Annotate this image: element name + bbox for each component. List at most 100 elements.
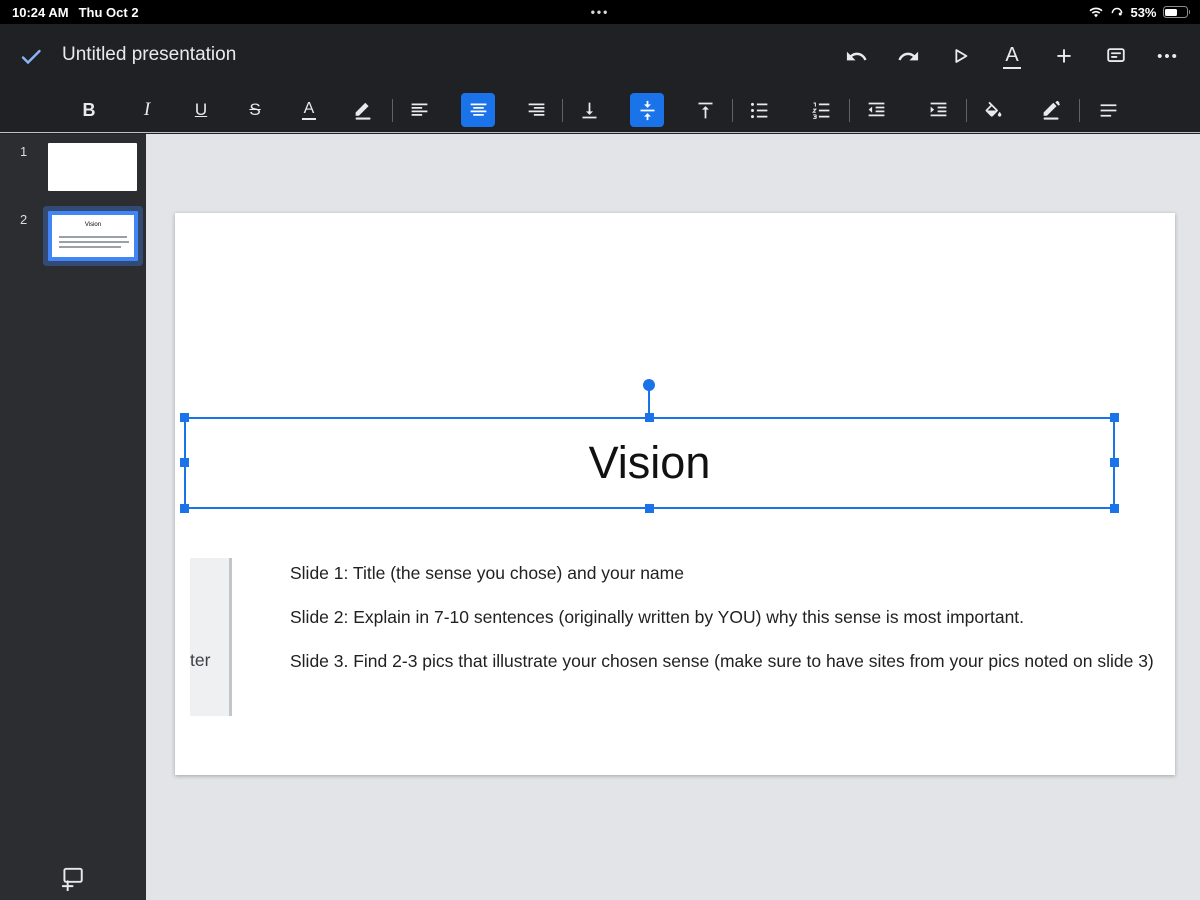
thumbnail-text-line xyxy=(59,241,129,243)
slide-thumbnail-1[interactable] xyxy=(48,143,137,191)
slide-filmstrip: 1 2 Vision xyxy=(0,134,146,900)
comment-icon xyxy=(1105,45,1127,67)
selection-handle-top-left[interactable] xyxy=(180,413,189,422)
body-paragraph[interactable]: Slide 3. Find 2-3 pics that illustrate y… xyxy=(290,648,1162,674)
text-color-icon: A xyxy=(301,100,317,120)
thumbnail-text-line xyxy=(59,236,127,238)
check-icon xyxy=(19,45,43,69)
add-slide-button[interactable] xyxy=(54,862,90,894)
document-title[interactable]: Untitled presentation xyxy=(62,44,236,66)
border-color-icon xyxy=(1041,100,1062,121)
strikethrough-button[interactable]: S xyxy=(238,93,272,127)
status-indicators: 53% xyxy=(1088,5,1190,20)
thumbnail-text-line xyxy=(59,246,121,248)
add-slide-icon xyxy=(59,865,85,891)
text-color-button[interactable]: A xyxy=(292,93,326,127)
align-left-icon xyxy=(409,100,430,121)
battery-percent: 53% xyxy=(1130,4,1157,20)
slide-number: 1 xyxy=(20,144,28,159)
line-spacing-icon xyxy=(1098,100,1119,121)
screen: 10:24 AM Thu Oct 2 ••• 53% Untitled pres… xyxy=(0,0,1200,900)
selection-handle-bottom-left[interactable] xyxy=(180,504,189,513)
bold-button[interactable]: B xyxy=(72,93,106,127)
bulleted-list-button[interactable] xyxy=(742,93,776,127)
selection-handle-middle-left[interactable] xyxy=(180,458,189,467)
slide-canvas: Vision Slide 1: Title (the sense you cho… xyxy=(146,134,1200,900)
bold-icon: B xyxy=(82,99,96,120)
insert-icon: + xyxy=(1056,40,1072,71)
clipped-placeholder[interactable]: ter xyxy=(190,558,232,716)
italic-icon: I xyxy=(143,99,151,120)
rotation-handle[interactable] xyxy=(643,379,655,391)
border-color-button[interactable] xyxy=(1034,93,1068,127)
slide-thumbnail-2[interactable]: Vision xyxy=(48,211,138,261)
undo-button[interactable] xyxy=(839,38,873,74)
align-center-button[interactable] xyxy=(461,93,495,127)
indent-increase-button[interactable] xyxy=(921,93,955,127)
header-actions: A + ••• xyxy=(839,38,1185,74)
redo-icon xyxy=(897,45,920,68)
present-icon xyxy=(949,45,971,67)
underline-icon: U xyxy=(194,100,208,119)
selection-handle-top-right[interactable] xyxy=(1110,413,1119,422)
indent-increase-icon xyxy=(928,100,949,121)
redo-button[interactable] xyxy=(891,38,925,74)
toolbar-divider xyxy=(966,99,967,122)
slide-title-text[interactable]: Vision xyxy=(186,419,1113,507)
comments-button[interactable] xyxy=(1099,38,1133,74)
title-textbox[interactable]: Vision xyxy=(180,413,1119,513)
battery-tip xyxy=(1188,10,1190,14)
underline-button[interactable]: U xyxy=(184,93,218,127)
body-textbox[interactable]: Slide 1: Title (the sense you chose) and… xyxy=(290,560,1162,692)
text-format-icon: A xyxy=(1003,44,1021,69)
align-right-icon xyxy=(526,100,547,121)
selection-handle-bottom-right[interactable] xyxy=(1110,504,1119,513)
fill-color-icon xyxy=(983,100,1004,121)
align-left-button[interactable] xyxy=(402,93,436,127)
vertical-align-top-button[interactable] xyxy=(688,93,722,127)
present-button[interactable] xyxy=(943,38,977,74)
numbered-list-button[interactable] xyxy=(804,93,838,127)
vertical-align-top-icon xyxy=(695,100,716,121)
align-right-button[interactable] xyxy=(519,93,553,127)
text-format-button[interactable]: A xyxy=(995,38,1029,74)
body-paragraph[interactable]: Slide 2: Explain in 7-10 sentences (orig… xyxy=(290,604,1162,630)
toolbar-divider xyxy=(849,99,850,122)
status-bar: 10:24 AM Thu Oct 2 ••• 53% xyxy=(0,0,1200,24)
selection-handle-bottom-center[interactable] xyxy=(645,504,654,513)
toolbar-divider xyxy=(392,99,393,122)
bulleted-list-icon xyxy=(749,100,770,121)
italic-button[interactable]: I xyxy=(130,93,164,127)
status-dots: ••• xyxy=(590,5,610,19)
app-header: Untitled presentation A + ••• xyxy=(0,24,1200,88)
toolbar-divider xyxy=(562,99,563,122)
clipped-text: ter xyxy=(190,650,211,670)
strikethrough-icon: S xyxy=(249,100,261,119)
align-center-icon xyxy=(468,100,489,121)
insert-button[interactable]: + xyxy=(1047,38,1081,74)
slide[interactable]: Vision Slide 1: Title (the sense you cho… xyxy=(175,213,1175,775)
undo-icon xyxy=(845,45,868,68)
numbered-list-icon xyxy=(811,100,832,121)
highlighter-icon xyxy=(353,100,374,121)
wifi-icon xyxy=(1088,6,1104,19)
overflow-menu-button[interactable]: ••• xyxy=(1151,38,1185,74)
thumbnail-title: Vision xyxy=(84,222,102,228)
line-spacing-button[interactable] xyxy=(1091,93,1125,127)
done-check-button[interactable] xyxy=(16,42,46,72)
selection-handle-top-center[interactable] xyxy=(645,413,654,422)
fill-color-button[interactable] xyxy=(976,93,1010,127)
toolbar-divider xyxy=(732,99,733,122)
vertical-align-bottom-button[interactable] xyxy=(572,93,606,127)
slide-number: 2 xyxy=(20,212,28,227)
vertical-align-middle-button[interactable] xyxy=(630,93,664,127)
vertical-align-middle-icon xyxy=(637,100,658,121)
selection-handle-middle-right[interactable] xyxy=(1110,458,1119,467)
overflow-icon: ••• xyxy=(1157,47,1179,65)
vertical-align-bottom-icon xyxy=(579,100,600,121)
indent-decrease-button[interactable] xyxy=(859,93,893,127)
battery-icon xyxy=(1162,6,1188,18)
body-paragraph[interactable]: Slide 1: Title (the sense you chose) and… xyxy=(290,560,1162,586)
formatting-toolbar: B I U S A xyxy=(0,88,1200,133)
highlight-button[interactable] xyxy=(346,93,380,127)
